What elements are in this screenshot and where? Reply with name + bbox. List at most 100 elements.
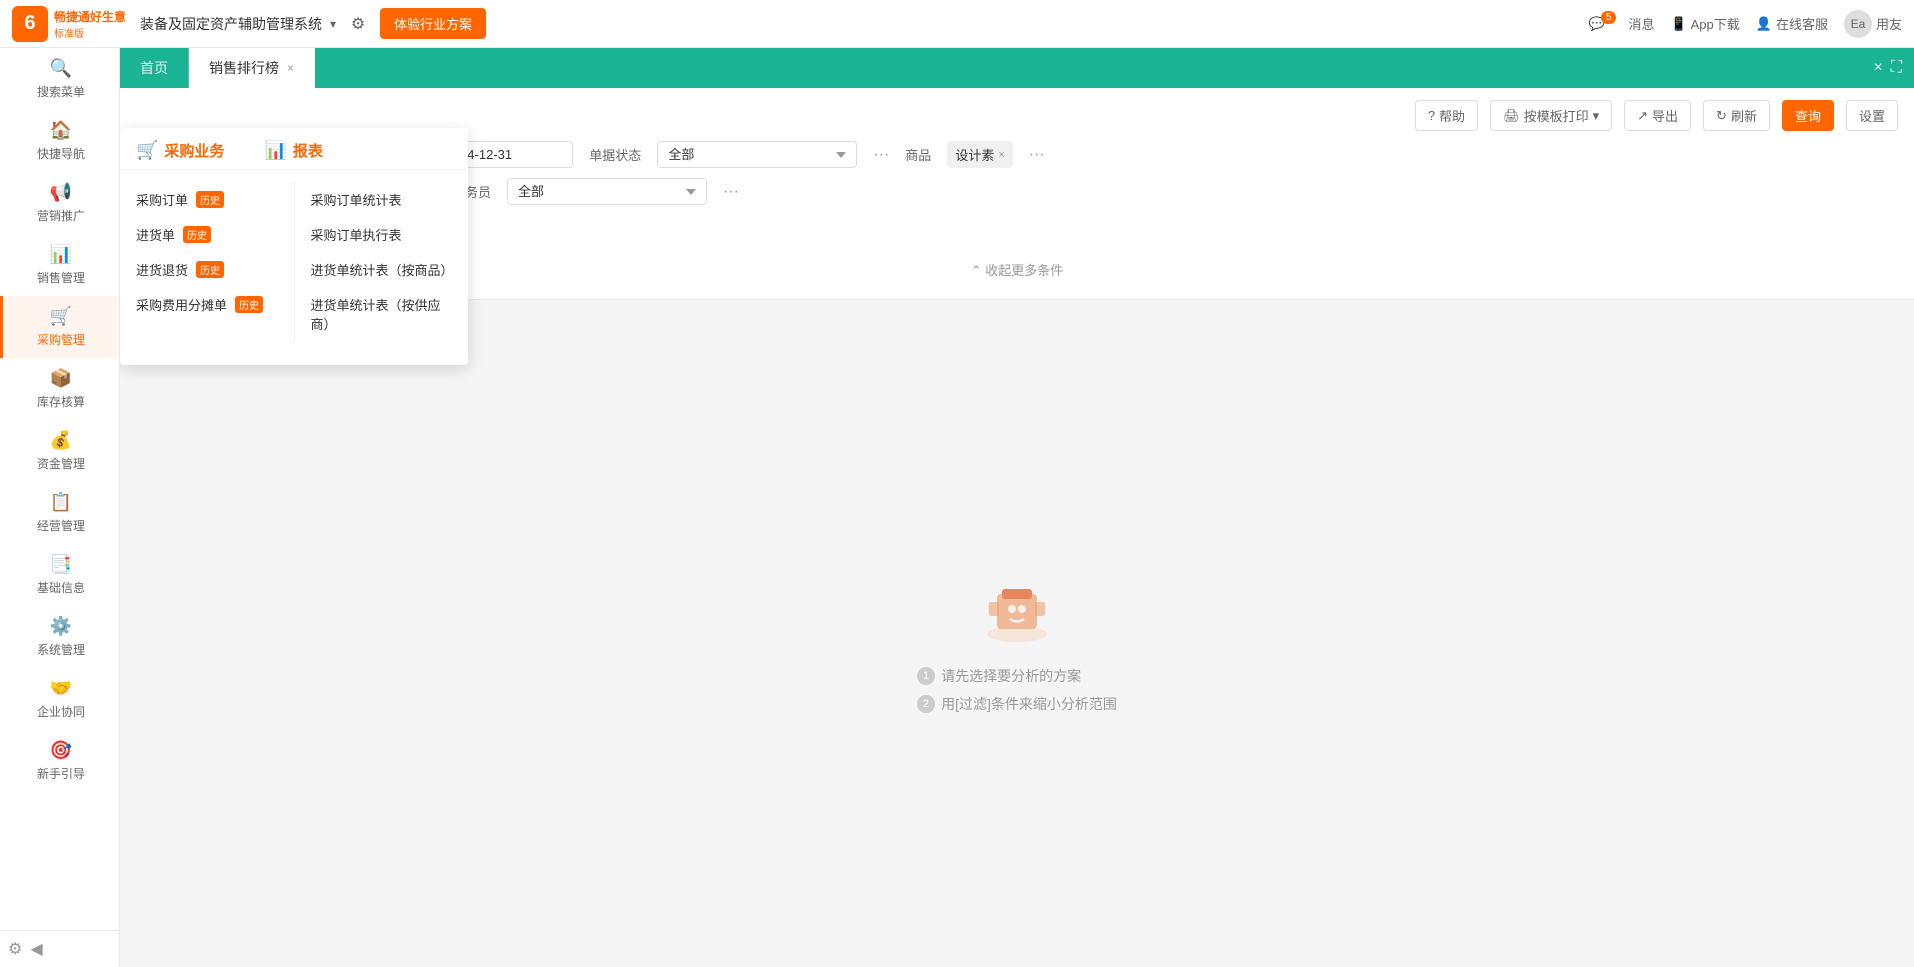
sidebar-settings-button[interactable]: ⚙	[8, 939, 22, 959]
sidebar-item-basicinfo[interactable]: 📑 基础信息	[0, 544, 119, 606]
sidebar-bottom: ⚙ ◀	[0, 930, 119, 967]
industry-button[interactable]: 体验行业方案	[380, 8, 486, 39]
menu-item-goods-stats-by-product[interactable]: 进货单统计表（按商品）	[311, 252, 453, 287]
empty-illustration	[967, 554, 1067, 654]
sales-icon: 📊	[50, 244, 72, 265]
logo-text: 畅捷通好生意 标准版	[54, 8, 126, 40]
tab-fullscreen-button[interactable]: ⛶	[1891, 59, 1902, 77]
menu-col-report: 采购订单统计表 采购订单执行表 进货单统计表（按商品） 进货单统计表（按供应商）	[294, 182, 469, 341]
empty-hint-1: 1 请先选择要分析的方案	[917, 666, 1117, 686]
purchase-icon: 🛒	[50, 306, 72, 327]
top-header: 6 畅捷通好生意 标准版 装备及固定资产辅助管理系统 ▾ ⚙ 体验行业方案 💬 …	[0, 0, 1914, 48]
hint-num-2: 2	[917, 695, 935, 713]
menu-item-goods-receipt[interactable]: 进货单 历史	[136, 217, 278, 252]
app-download-item[interactable]: 📱 App下载	[1670, 14, 1739, 33]
user-item[interactable]: Ea 用友	[1844, 10, 1902, 38]
help-icon: ?	[1428, 108, 1435, 123]
service-icon: 👤	[1756, 16, 1772, 32]
goods-tag: 设计素 ×	[947, 141, 1012, 168]
sidebar-item-marketing[interactable]: 📢 营销推广	[0, 172, 119, 234]
avatar: Ea	[1844, 10, 1872, 38]
print-icon: 🖨	[1503, 108, 1520, 124]
export-button[interactable]: ↗ 导出	[1624, 100, 1691, 131]
sidebar-item-sales[interactable]: 📊 销售管理	[0, 234, 119, 296]
sidebar: 🔍 搜索菜单 🏠 快捷导航 📢 营销推广 📊 销售管理 🛒 采购管理 📦 库存核…	[0, 48, 120, 967]
section-purchase-title: 🛒 采购业务	[136, 140, 224, 161]
message-badge: 5	[1601, 11, 1617, 24]
system-icon: ⚙️	[50, 616, 72, 637]
export-icon: ↗	[1637, 108, 1648, 124]
content-area: 首页 销售排行榜 × × ⛶ 🛒 采购业务 �	[120, 48, 1914, 967]
tab-home[interactable]: 首页	[120, 48, 189, 88]
menu-item-purchase-order[interactable]: 采购订单 历史	[136, 182, 278, 217]
marketing-icon: 📢	[50, 182, 72, 203]
main-layout: 🔍 搜索菜单 🏠 快捷导航 📢 营销推广 📊 销售管理 🛒 采购管理 📦 库存核…	[0, 48, 1914, 967]
sidebar-collapse-button[interactable]: ◀	[30, 939, 42, 959]
basicinfo-icon: 📑	[50, 554, 72, 575]
purchase-dropdown-menu: 🛒 采购业务 📊 报表 采购订单 历史	[120, 128, 468, 365]
sidebar-item-finance[interactable]: 💰 资金管理	[0, 420, 119, 482]
logo-icon: 6	[12, 6, 48, 42]
tab-sales-rank[interactable]: 销售排行榜 ×	[189, 48, 315, 88]
home-icon: 🏠	[50, 120, 72, 141]
menu-item-purchase-expense[interactable]: 采购费用分摊单 历史	[136, 287, 278, 322]
sidebar-item-inventory[interactable]: 📦 库存核算	[0, 358, 119, 420]
section-report-title: 📊 报表	[264, 140, 322, 161]
menu-col-purchase: 采购订单 历史 进货单 历史 进货退货 历史 采购费用分摊单	[120, 182, 294, 341]
hist-badge: 历史	[196, 261, 224, 278]
tab-bar: 首页 销售排行榜 × × ⛶	[120, 48, 1914, 88]
empty-hint-2: 2 用[过滤]条件来缩小分析范围	[917, 694, 1117, 714]
hist-badge: 历史	[196, 191, 224, 208]
sidebar-item-system[interactable]: ⚙️ 系统管理	[0, 606, 119, 668]
sidebar-item-guide[interactable]: 🎯 新手引导	[0, 730, 119, 792]
report-section-icon: 📊	[264, 140, 286, 161]
print-dropdown-icon: ▾	[1593, 108, 1600, 124]
tab-actions: × ⛶	[1861, 48, 1914, 88]
salesperson-more[interactable]: ···	[723, 183, 739, 201]
app-icon: 📱	[1670, 16, 1686, 32]
query-button[interactable]: 查询	[1782, 100, 1834, 131]
sidebar-item-search[interactable]: 🔍 搜索菜单	[0, 48, 119, 110]
online-service-item[interactable]: 👤 在线客服	[1756, 14, 1828, 33]
header-nav: 装备及固定资产辅助管理系统 ▾ ⚙ 体验行业方案	[132, 8, 1589, 39]
hist-badge: 历史	[183, 226, 211, 243]
system-dropdown-button[interactable]: ▾	[330, 17, 336, 31]
hint-num-1: 1	[917, 667, 935, 685]
system-title: 装备及固定资产辅助管理系统	[140, 14, 322, 34]
sidebar-item-quicknav[interactable]: 🏠 快捷导航	[0, 110, 119, 172]
help-button[interactable]: ? 帮助	[1415, 100, 1478, 131]
settings-gear-button[interactable]: ⚙	[344, 10, 372, 38]
inventory-icon: 📦	[50, 368, 72, 389]
refresh-button[interactable]: ↻ 刷新	[1703, 100, 1770, 131]
menu-item-purchase-order-stats[interactable]: 采购订单统计表	[311, 182, 453, 217]
salesperson-select[interactable]: 全部	[507, 178, 707, 205]
menu-item-goods-return[interactable]: 进货退货 历史	[136, 252, 278, 287]
goods-label: 商品	[905, 145, 931, 164]
empty-state: 1 请先选择要分析的方案 2 用[过滤]条件来缩小分析范围	[120, 300, 1914, 967]
sidebar-item-cooperation[interactable]: 🤝 企业协同	[0, 668, 119, 730]
cooperation-icon: 🤝	[50, 678, 72, 699]
goods-tag-close[interactable]: ×	[998, 149, 1004, 161]
toolbar-right: ? 帮助 🖨 按模板打印 ▾ ↗ 导出 ↻	[1415, 100, 1898, 131]
tab-close-all-button[interactable]: ×	[1873, 59, 1882, 77]
finance-icon: 💰	[50, 430, 72, 451]
doc-status-label: 单据状态	[589, 145, 641, 164]
guide-icon: 🎯	[50, 740, 72, 761]
refresh-icon: ↻	[1716, 108, 1727, 124]
menu-item-purchase-order-exec[interactable]: 采购订单执行表	[311, 217, 453, 252]
sidebar-item-purchase[interactable]: 🛒 采购管理	[0, 296, 119, 358]
search-icon: 🔍	[50, 58, 72, 79]
message-item[interactable]: 💬 5 消息	[1589, 14, 1655, 33]
operations-icon: 📋	[50, 492, 72, 513]
goods-more[interactable]: ···	[1029, 146, 1045, 164]
sidebar-item-operations[interactable]: 📋 经营管理	[0, 482, 119, 544]
doc-status-select[interactable]: 全部 已审核 未审核	[657, 141, 857, 168]
doc-status-more[interactable]: ···	[873, 146, 889, 164]
tab-close-icon[interactable]: ×	[287, 61, 294, 75]
settings-button[interactable]: 设置	[1846, 100, 1898, 131]
menu-items-grid: 采购订单 历史 进货单 历史 进货退货 历史 采购费用分摊单	[120, 170, 468, 353]
print-button[interactable]: 🖨 按模板打印 ▾	[1490, 100, 1612, 131]
menu-item-goods-stats-by-supplier[interactable]: 进货单统计表（按供应商）	[311, 287, 453, 341]
purchase-section-icon: 🛒	[136, 140, 158, 161]
menu-header: 🛒 采购业务 📊 报表	[120, 140, 468, 170]
